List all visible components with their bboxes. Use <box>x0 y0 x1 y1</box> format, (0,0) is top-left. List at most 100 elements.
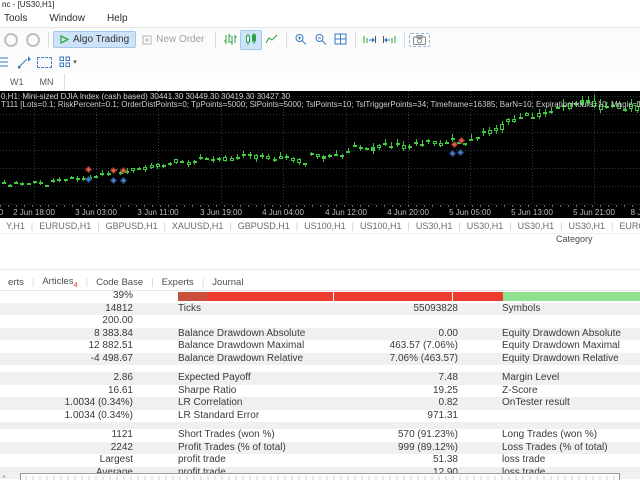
candle-body <box>518 116 523 119</box>
candle-body <box>377 145 382 148</box>
cell-value-1: 12 882.51 <box>88 340 134 351</box>
time-tick-label: 3 Jun 03:00 <box>75 208 117 217</box>
candle-body <box>364 147 369 150</box>
divider <box>0 269 640 270</box>
candlestick-chart-icon[interactable] <box>239 29 262 50</box>
divider <box>285 31 287 48</box>
new-order-label: New Order <box>156 34 205 45</box>
chart-tab[interactable]: US30,H1 <box>563 220 612 232</box>
shift-end-icon[interactable] <box>360 31 380 49</box>
candle-body <box>266 156 271 159</box>
chevron-down-icon: ▾ <box>73 59 77 66</box>
menu-item-tools[interactable]: Tools <box>0 13 37 24</box>
time-tick-label: 5 Jun 05:00 <box>449 208 491 217</box>
cell-label-1 <box>178 315 325 328</box>
chart-tab[interactable]: US30,H1 <box>512 220 561 232</box>
chart-tab[interactable]: XAUUSD,H1 <box>166 220 230 232</box>
shift-back-icon[interactable] <box>380 31 400 49</box>
chart-tab[interactable]: US30,H1 <box>461 220 510 232</box>
candle-body <box>51 179 56 182</box>
cell-label-1: Sharpe Ratio <box>178 384 237 396</box>
screenshot-camera-icon[interactable] <box>408 32 430 47</box>
zoom-out-icon[interactable] <box>311 31 331 49</box>
cell-label-1: Short Trades (won %) <box>178 429 275 440</box>
shapes-icon[interactable]: ▾ <box>54 53 82 71</box>
divider <box>214 31 216 48</box>
timeframe-w1[interactable]: W1 <box>4 76 30 88</box>
toolbox-tab-experts[interactable]: Experts <box>154 277 202 288</box>
cell-label-2: Long Trades (won %) <box>502 429 598 440</box>
cell-value-2: 570 (91.23%) <box>397 429 458 440</box>
toolbox-tab-articles[interactable]: Articles4 <box>34 276 85 289</box>
cell-gap <box>133 328 178 341</box>
candle-body <box>69 177 74 180</box>
toolbox-tab-journal[interactable]: Journal <box>204 277 251 288</box>
chart-tab[interactable]: GBPUSD,H1 <box>100 220 164 232</box>
bar-chart-icon[interactable] <box>220 31 240 49</box>
tile-windows-icon[interactable] <box>331 31 351 49</box>
menu-item-window[interactable]: Window <box>45 13 95 24</box>
price-chart[interactable]: 0,H1: Mini-sized DJIA Index (cash based)… <box>0 91 640 205</box>
cell-value-1: 16.61 <box>107 384 133 396</box>
chart-tab[interactable]: EURCAD,H1 <box>613 220 640 232</box>
cell-gap <box>133 340 178 353</box>
cell-gap <box>133 397 178 410</box>
chart-tab[interactable]: US100,H1 <box>298 220 352 232</box>
trendline-icon[interactable] <box>14 53 34 71</box>
chart-tab[interactable]: US100,H1 <box>354 220 408 232</box>
candle-body <box>137 168 142 171</box>
candle-body <box>321 156 326 160</box>
candle-body <box>204 157 209 160</box>
cell-label-2: Equity Drawdown Relative <box>502 352 619 364</box>
candle-body <box>389 146 394 149</box>
cell-gap <box>133 315 178 328</box>
gridline-horizontal <box>0 168 640 169</box>
toolbox-tab-erts[interactable]: erts <box>0 277 32 288</box>
favorites-icon[interactable] <box>26 32 40 47</box>
buy-marker-icon <box>448 149 457 158</box>
levels-icon[interactable] <box>0 53 14 71</box>
candle-body <box>438 143 443 146</box>
cell-gap <box>458 385 502 398</box>
progress-segment <box>453 292 503 301</box>
chart-tab[interactable]: EURUSD,H1 <box>33 220 97 232</box>
chart-profile-icon[interactable] <box>4 32 18 47</box>
toolbar-standard: Algo Trading New Order <box>0 28 640 52</box>
gridline-horizontal <box>0 186 640 187</box>
window-title: nc - [US30,H1] <box>0 0 640 10</box>
cell-gap <box>133 410 178 423</box>
time-tick-label: 5 Jun 13:00 <box>511 208 553 217</box>
cell-value-2: 971.31 <box>427 409 458 421</box>
candle-body <box>358 147 363 149</box>
candle-body <box>494 128 498 131</box>
toolbox-tab-bar: erts | Articles4 | Code Base | Experts | Journal <box>0 275 640 291</box>
menu-item-help[interactable]: Help <box>103 13 138 24</box>
candle-body <box>278 155 283 159</box>
scroll-stub-icon[interactable]: ◂ <box>2 474 11 480</box>
selection-rect-icon[interactable] <box>34 53 54 71</box>
cell-label-1: Balance Drawdown Maximal <box>178 340 305 351</box>
candle-body <box>229 157 234 161</box>
cell-value-2: 19.25 <box>432 384 458 396</box>
badge: 4 <box>73 279 78 289</box>
cell-value-1: 2242 <box>110 441 133 453</box>
zoom-in-icon[interactable] <box>291 31 311 49</box>
chart-tab[interactable]: Y,H1 <box>0 220 31 232</box>
cut-off-row <box>20 473 620 480</box>
line-chart-icon[interactable] <box>262 31 282 49</box>
toolbox-tab-code-base[interactable]: Code Base <box>88 277 151 288</box>
progress-segment <box>334 292 452 301</box>
new-order-button[interactable]: New Order <box>136 32 210 47</box>
chart-tab[interactable]: GBPUSD,H1 <box>232 220 296 232</box>
cell-value-2: 0.00 <box>438 327 458 339</box>
algo-trading-button[interactable]: Algo Trading <box>53 31 137 48</box>
candle-body <box>420 143 425 146</box>
cell-label-1: LR Standard Error <box>178 409 260 421</box>
cell-value-1: 39% <box>112 290 133 301</box>
timeframe-mn[interactable]: MN <box>34 76 60 88</box>
cell-value-1: 14812 <box>105 302 133 314</box>
candle-body <box>334 153 339 156</box>
candle-body <box>94 175 99 178</box>
cell-gap <box>458 328 502 341</box>
chart-tab[interactable]: US30,H1 <box>410 220 459 232</box>
